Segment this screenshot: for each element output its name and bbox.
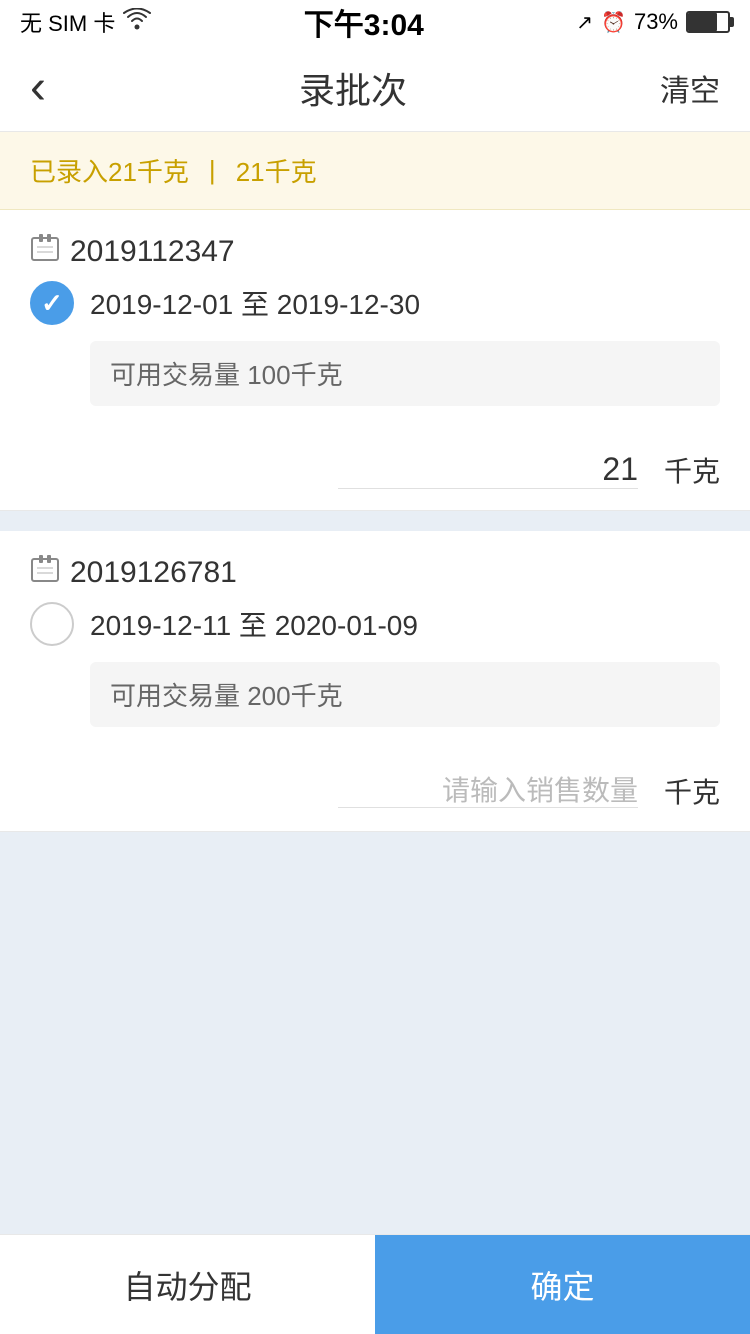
status-bar: 无 SIM 卡 下午3:04 ↗ ⏰ 73%	[0, 0, 750, 44]
batch-1-input-wrapper	[338, 451, 638, 489]
status-right: ↗ ⏰ 73%	[576, 9, 730, 35]
bottom-bar: 自动分配 确定	[0, 1234, 750, 1334]
batch-2-input-wrapper	[338, 775, 638, 808]
battery-icon	[686, 11, 730, 33]
batch-2-section: 2019126781 2019-12-11 至 2020-01-09 可用交易量…	[0, 531, 750, 832]
clear-button[interactable]: 清空	[660, 66, 720, 110]
batch-1-availability: 可用交易量 100千克	[90, 341, 720, 406]
summary-prefix: 已录入21千克	[30, 152, 189, 189]
batch-1-radio[interactable]	[30, 281, 74, 325]
batch-2-availability: 可用交易量 200千克	[90, 662, 720, 727]
batch-1-header: 2019112347	[30, 234, 720, 269]
auto-distribute-button[interactable]: 自动分配	[0, 1235, 375, 1334]
page-content: 已录入21千克 | 21千克 2019112347	[0, 132, 750, 1234]
wifi-icon	[123, 8, 151, 36]
batch-2-row[interactable]: 2019-12-11 至 2020-01-09	[30, 602, 720, 646]
alarm-icon: ⏰	[601, 10, 626, 35]
batch-1-unit: 千克	[664, 450, 720, 490]
batch-2-input-row: 千克	[0, 751, 750, 832]
carrier-text: 无 SIM 卡	[20, 6, 115, 38]
batch-1-item: 2019112347 2019-12-01 至 2019-12-30 可用交易量…	[0, 210, 750, 406]
batch-2-quantity-input[interactable]	[398, 775, 638, 807]
batch-1-spacer	[0, 406, 750, 430]
summary-divider: |	[209, 155, 216, 186]
batch-2-item: 2019126781 2019-12-11 至 2020-01-09 可用交易量…	[0, 531, 750, 727]
confirm-button[interactable]: 确定	[375, 1235, 750, 1334]
batch-2-header: 2019126781	[30, 555, 720, 590]
status-left: 无 SIM 卡	[20, 6, 151, 38]
summary-amount: 21千克	[236, 152, 317, 189]
batch-2-date: 2019-12-11 至 2020-01-09	[90, 604, 418, 644]
status-time: 下午3:04	[304, 0, 424, 44]
location-icon: ↗	[576, 10, 593, 35]
batch-2-unit: 千克	[664, 771, 720, 811]
empty-area	[0, 832, 750, 1234]
batch-1-input-row: 千克	[0, 430, 750, 511]
batch-1-quantity-input[interactable]	[518, 451, 638, 488]
batch-2-id: 2019126781	[70, 556, 237, 590]
battery-percent: 73%	[634, 9, 678, 35]
batch-1-row[interactable]: 2019-12-01 至 2019-12-30	[30, 281, 720, 325]
summary-bar: 已录入21千克 | 21千克	[0, 132, 750, 210]
batch-1-icon	[30, 234, 60, 269]
batch-2-spacer	[0, 727, 750, 751]
page-title: 录批次	[299, 62, 407, 114]
batch-2-radio[interactable]	[30, 602, 74, 646]
batch-1-date: 2019-12-01 至 2019-12-30	[90, 283, 420, 323]
section-separator	[0, 511, 750, 531]
back-button[interactable]: ‹	[30, 60, 46, 115]
batch-1-id: 2019112347	[70, 235, 235, 269]
nav-bar: ‹ 录批次 清空	[0, 44, 750, 132]
batch-2-icon	[30, 555, 60, 590]
batch-1-section: 2019112347 2019-12-01 至 2019-12-30 可用交易量…	[0, 210, 750, 511]
